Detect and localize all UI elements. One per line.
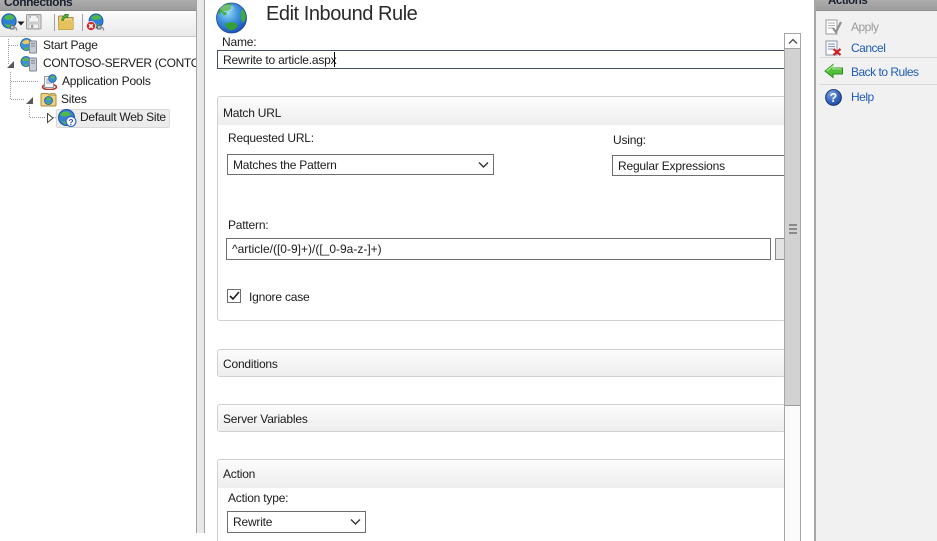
svg-text:?: ? <box>830 91 838 105</box>
svg-text:?: ? <box>68 117 73 127</box>
